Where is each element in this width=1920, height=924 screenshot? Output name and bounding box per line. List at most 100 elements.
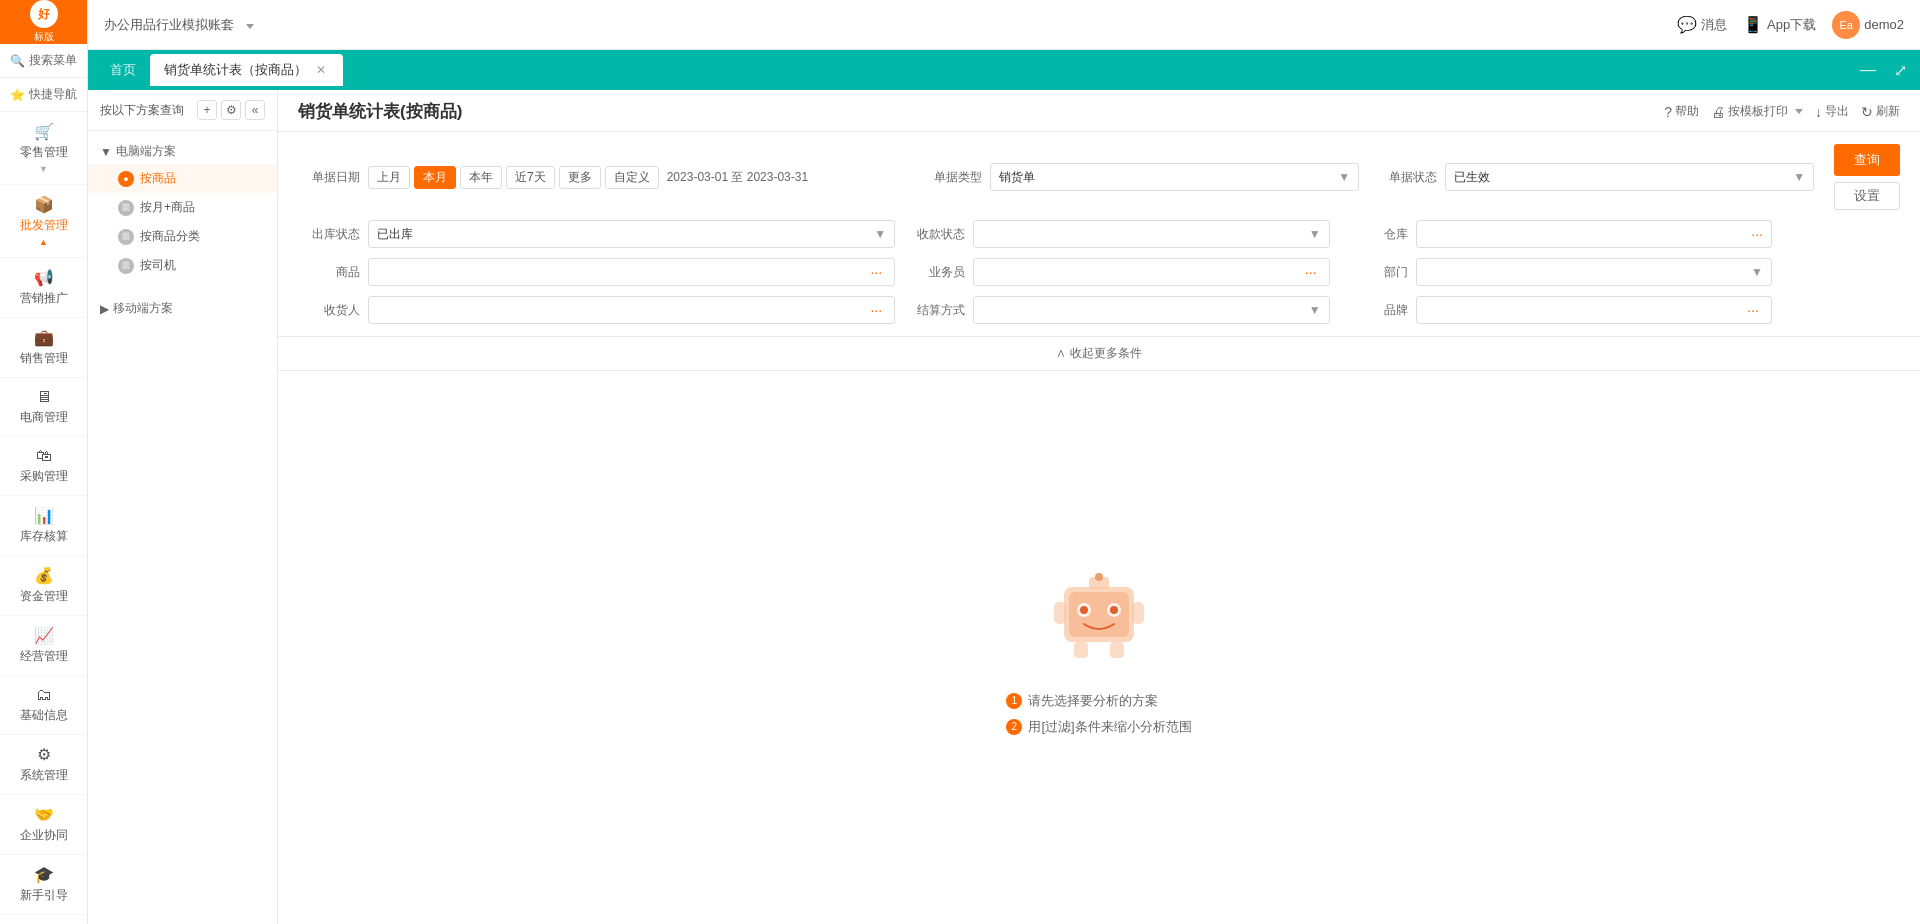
search-menu[interactable]: 🔍 搜索菜单 [0,44,87,78]
purchase-icon: 🛍 [36,447,52,465]
wholesale-arrow: ▲ [39,237,48,247]
doc-type-label: 单据类型 [920,169,990,186]
export-btn[interactable]: ↓ 导出 [1815,103,1849,120]
panel-header-actions: + ⚙ « [197,100,265,120]
quick-nav[interactable]: ⭐ 快捷导航 [0,78,87,112]
warehouse-dots[interactable]: ··· [1751,226,1763,242]
sidebar-item-app-center[interactable]: 🔲 应用中心 [0,915,87,924]
filter-row-1: 单据日期 上月 本月 本年 近7天 更多 自定义 2023-03-01 至 20… [298,144,1900,210]
settings-btn[interactable]: 设置 [1834,182,1900,210]
app-logo[interactable]: 好 标版 [0,0,87,44]
left-panel: 按以下方案查询 + ⚙ « ▼ 电脑端方案 ● 按商品 圆 按月+ [88,90,278,924]
retail-icon: 🛒 [34,122,54,141]
ecommerce-icon: 🖥 [36,388,52,406]
tab-sales-stat[interactable]: 销货单统计表（按商品） ✕ [150,54,343,86]
tab-close-btn[interactable]: ✕ [313,62,329,78]
more-btn[interactable]: 更多 [559,166,601,189]
this-month-btn[interactable]: 本月 [414,166,456,189]
plan-by-category[interactable]: 圆 按商品分类 [88,222,277,251]
sidebar-item-purchase[interactable]: 🛍 采购管理 [0,437,87,496]
mobile-section-title[interactable]: ▶ 移动端方案 [88,296,277,321]
marketing-icon: 📢 [34,268,54,287]
export-icon: ↓ [1815,104,1822,120]
right-actions: 查询 设置 [1822,144,1900,210]
custom-btn[interactable]: 自定义 [605,166,659,189]
last-month-btn[interactable]: 上月 [368,166,410,189]
query-btn[interactable]: 查询 [1834,144,1900,176]
plan-icon: 圆 [118,229,134,245]
phone-icon: 📱 [1743,15,1763,34]
newbie-icon: 🎓 [34,865,54,884]
this-year-btn[interactable]: 本年 [460,166,502,189]
operations-icon: 📈 [34,626,54,645]
add-plan-btn[interactable]: + [197,100,217,120]
filter-section: 单据日期 上月 本月 本年 近7天 更多 自定义 2023-03-01 至 20… [278,132,1920,337]
basic-icon: 🗂 [36,686,52,704]
warehouse-select[interactable]: ··· [1416,220,1772,248]
filter-row-4: 收货人 ··· 结算方式 ▼ 品牌 [298,296,1900,324]
svg-point-4 [1080,606,1088,614]
sidebar-item-inventory[interactable]: 📊 库存核算 [0,496,87,556]
mobile-section: ▶ 移动端方案 [88,288,277,329]
tab-minimize-btn[interactable]: — [1856,58,1880,82]
salesperson-input[interactable]: ··· [973,258,1329,286]
plan-by-month-product[interactable]: 圆 按月+商品 [88,193,277,222]
avatar: Ea [1832,11,1860,39]
sidebar-item-operations[interactable]: 📈 经营管理 [0,616,87,676]
out-status-select[interactable]: 已出库 ▼ [368,220,895,248]
plan-by-printer[interactable]: 圆 按司机 [88,251,277,280]
refresh-btn[interactable]: ↻ 刷新 [1861,103,1900,120]
collapse-row[interactable]: ∧ 收起更多条件 [278,337,1920,371]
app-download-btn[interactable]: 📱 App下载 [1743,15,1816,34]
sidebar-item-newbie[interactable]: 🎓 新手引导 [0,855,87,915]
settlement-label: 结算方式 [903,302,973,319]
edit-plan-btn[interactable]: ⚙ [221,100,241,120]
svg-rect-8 [1054,602,1066,624]
receipt-status-select[interactable]: ▼ [973,220,1329,248]
tab-expand-btn[interactable]: ⤢ [1888,58,1912,82]
message-btn[interactable]: 💬 消息 [1677,15,1727,34]
refresh-icon: ↻ [1861,104,1873,120]
header-left: 办公用品行业模拟账套 [104,16,254,34]
doc-status-select[interactable]: 已生效 ▼ [1445,163,1814,191]
salesperson-dots[interactable]: ··· [1301,264,1321,280]
sidebar-item-retail[interactable]: 🛒 零售管理 ▼ [0,112,87,185]
sidebar-item-finance[interactable]: 💰 资金管理 [0,556,87,616]
product-dots[interactable]: ··· [866,264,886,280]
header-dropdown-arrow[interactable] [242,17,254,32]
product-input[interactable]: ··· [368,258,895,286]
empty-illustration [1039,552,1159,672]
sidebar-item-wholesale[interactable]: 📦 批发管理 ▲ [0,185,87,258]
salesperson-label: 业务员 [903,264,973,281]
page-actions: ? 帮助 🖨 按模板打印 ↓ 导出 ↻ [1664,103,1900,120]
template-print-btn[interactable]: 🖨 按模板打印 [1711,103,1803,120]
settlement-select[interactable]: ▼ [973,296,1329,324]
plan-icon: 圆 [118,258,134,274]
receiver-input[interactable]: ··· [368,296,895,324]
sales-icon: 💼 [34,328,54,347]
last-7-days-btn[interactable]: 近7天 [506,166,555,189]
tab-home[interactable]: 首页 [96,54,150,86]
collapse-panel-btn[interactable]: « [245,100,265,120]
receiver-dots[interactable]: ··· [866,302,886,318]
brand-dots[interactable]: ··· [1743,302,1763,318]
sidebar-item-enterprise[interactable]: 🤝 企业协同 [0,795,87,855]
doc-type-select[interactable]: 销货单 ▼ [990,163,1359,191]
out-status-label: 出库状态 [298,226,368,243]
department-select[interactable]: ▼ [1416,258,1772,286]
help-icon: ? [1664,104,1672,120]
sidebar-item-marketing[interactable]: 📢 营销推广 [0,258,87,318]
sidebar-item-basic[interactable]: 🗂 基础信息 [0,676,87,735]
sidebar-item-ecommerce[interactable]: 🖥 电商管理 [0,378,87,437]
settlement-chevron: ▼ [1309,303,1321,317]
svg-rect-9 [1132,602,1144,624]
desktop-section-title[interactable]: ▼ 电脑端方案 [88,139,277,164]
help-btn[interactable]: ? 帮助 [1664,103,1699,120]
sidebar-item-system[interactable]: ⚙ 系统管理 [0,735,87,795]
user-profile[interactable]: Ea demo2 [1832,11,1904,39]
brand-input[interactable]: ··· [1416,296,1772,324]
sidebar-item-sales[interactable]: 💼 销售管理 [0,318,87,378]
content-area: 按以下方案查询 + ⚙ « ▼ 电脑端方案 ● 按商品 圆 按月+ [88,90,1920,924]
empty-tips: 1 请先选择要分析的方案 2 用[过滤]条件来缩小分析范围 [1006,692,1191,744]
plan-by-product[interactable]: ● 按商品 [88,164,277,193]
